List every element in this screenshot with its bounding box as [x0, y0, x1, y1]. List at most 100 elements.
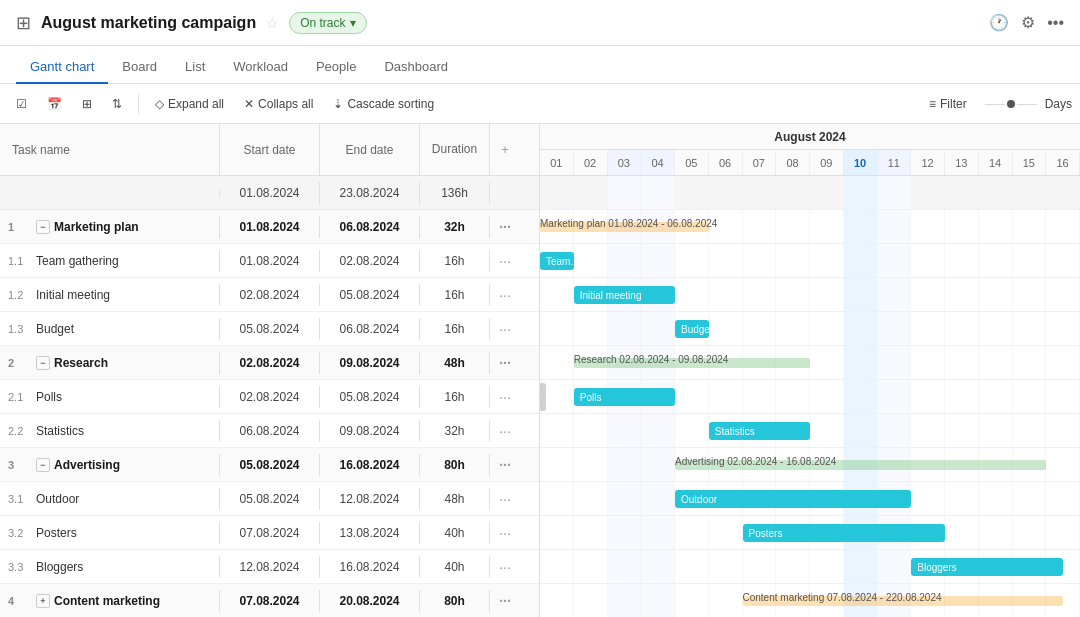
collapse-button[interactable]: + [36, 594, 50, 608]
gantt-cell [540, 482, 574, 515]
gantt-chart: August 2024 0102030405060708091011121314… [540, 124, 1080, 617]
row-1-dur: 32h [420, 216, 490, 238]
row-2-2-start: 06.08.2024 [220, 420, 320, 442]
row-2-1-more[interactable]: ··· [490, 389, 520, 405]
gantt-cell [878, 550, 912, 583]
row-1-start: 01.08.2024 [220, 216, 320, 238]
gantt-cell [574, 516, 608, 549]
row-num: 3.3 [8, 561, 32, 573]
checkbox-toggle-btn[interactable]: ☑ [8, 93, 35, 115]
row-3-2-more[interactable]: ··· [490, 525, 520, 541]
gantt-cell [878, 176, 912, 209]
gantt-bar[interactable]: Statistics [709, 422, 810, 440]
table-row: 1.3 Budget 05.08.2024 06.08.2024 16h ··· [0, 312, 539, 346]
status-badge[interactable]: On track ▾ [289, 12, 366, 34]
tab-board[interactable]: Board [108, 51, 171, 84]
row-2-2-more[interactable]: ··· [490, 423, 520, 439]
gantt-cell [945, 414, 979, 447]
add-column-button[interactable]: + [490, 124, 520, 175]
header-actions: 🕐 ⚙ ••• [989, 13, 1064, 32]
row-3-more[interactable]: ··· [490, 457, 520, 473]
day-header-05: 05 [675, 150, 709, 175]
row-2-more[interactable]: ··· [490, 355, 520, 371]
tab-dashboard[interactable]: Dashboard [370, 51, 462, 84]
task-table: Task name Start date End date Duration +… [0, 124, 540, 617]
gantt-cell [608, 550, 642, 583]
day-header-03: 03 [608, 150, 642, 175]
gantt-cell [844, 380, 878, 413]
gantt-cell [979, 414, 1013, 447]
gantt-cell [979, 210, 1013, 243]
gantt-cell [810, 244, 844, 277]
gantt-cell [911, 278, 945, 311]
settings-icon[interactable]: ⚙ [1021, 13, 1035, 32]
gantt-bar[interactable]: Bloggers [911, 558, 1063, 576]
gantt-cell [641, 448, 675, 481]
task-name: Content marketing [54, 594, 160, 608]
row-1-2-more[interactable]: ··· [490, 287, 520, 303]
row-num: 1 [8, 221, 32, 233]
gantt-cell [675, 550, 709, 583]
more-icon[interactable]: ••• [1047, 14, 1064, 32]
sort-btn[interactable]: ⇅ [104, 93, 130, 115]
tab-list[interactable]: List [171, 51, 219, 84]
row-1-3-more[interactable]: ··· [490, 321, 520, 337]
gantt-bar[interactable]: Budget [675, 320, 709, 338]
days-label[interactable]: Days [1045, 97, 1072, 111]
gantt-cell [709, 380, 743, 413]
tab-gantt-chart[interactable]: Gantt chart [16, 51, 108, 84]
gantt-cell [709, 516, 743, 549]
row-3-3-more[interactable]: ··· [490, 559, 520, 575]
gantt-cell [911, 176, 945, 209]
gantt-cell [675, 380, 709, 413]
filter-icon: ≡ [929, 97, 936, 111]
gantt-cell [641, 312, 675, 345]
table-row: 3.3 Bloggers 12.08.2024 16.08.2024 40h ·… [0, 550, 539, 584]
grid-btn[interactable]: ⊞ [74, 93, 100, 115]
gantt-cell [776, 244, 810, 277]
gantt-cell [810, 176, 844, 209]
gantt-bar[interactable]: Polls [574, 388, 675, 406]
collapse-button[interactable]: − [36, 220, 50, 234]
row-1-2-end: 05.08.2024 [320, 284, 420, 306]
gantt-bar[interactable]: Initial meeting [574, 286, 675, 304]
collapse-button[interactable]: − [36, 356, 50, 370]
cascade-sorting-button[interactable]: ⇣ Cascade sorting [325, 93, 442, 115]
star-icon[interactable]: ☆ [266, 15, 279, 31]
table-row: 1.2 Initial meeting 02.08.2024 05.08.202… [0, 278, 539, 312]
collapse-all-button[interactable]: ✕ Collaps all [236, 93, 321, 115]
gantt-cell [1013, 516, 1047, 549]
task-name: Budget [36, 322, 74, 336]
row-3-1-start: 05.08.2024 [220, 488, 320, 510]
row-1-1-more[interactable]: ··· [490, 253, 520, 269]
timeline-zoom[interactable]: —— —— [985, 98, 1037, 109]
gantt-bar[interactable]: Team.. [540, 252, 574, 270]
gantt-bar[interactable]: Posters [743, 524, 946, 542]
expand-all-button[interactable]: ◇ Expand all [147, 93, 232, 115]
row-4-more[interactable]: ··· [490, 593, 520, 609]
filter-button[interactable]: ≡ Filter [919, 93, 977, 115]
history-icon[interactable]: 🕐 [989, 13, 1009, 32]
gantt-cell [743, 550, 777, 583]
gantt-bar[interactable]: Outdoor [675, 490, 911, 508]
task-name: Team gathering [36, 254, 119, 268]
row-3-1-more[interactable]: ··· [490, 491, 520, 507]
tab-people[interactable]: People [302, 51, 370, 84]
filter-label: Filter [940, 97, 967, 111]
collapse-button[interactable]: − [36, 458, 50, 472]
table-body: 01.08.2024 23.08.2024 136h 1 − Marketing… [0, 176, 539, 617]
main-content: Task name Start date End date Duration +… [0, 124, 1080, 617]
calendar-btn[interactable]: 📅 [39, 93, 70, 115]
task-name: Statistics [36, 424, 84, 438]
table-row: 3.2 Posters 07.08.2024 13.08.2024 40h ··… [0, 516, 539, 550]
gantt-cell [574, 176, 608, 209]
gantt-cell [675, 278, 709, 311]
tab-workload[interactable]: Workload [219, 51, 302, 84]
row-1-more[interactable]: ··· [490, 219, 520, 235]
table-header: Task name Start date End date Duration + [0, 124, 539, 176]
project-title: August marketing campaign [41, 14, 256, 32]
gantt-cell [709, 584, 743, 617]
gantt-collapse-handle[interactable]: ‹ [540, 383, 546, 411]
gantt-cell [1046, 448, 1080, 481]
gantt-cell [979, 346, 1013, 379]
